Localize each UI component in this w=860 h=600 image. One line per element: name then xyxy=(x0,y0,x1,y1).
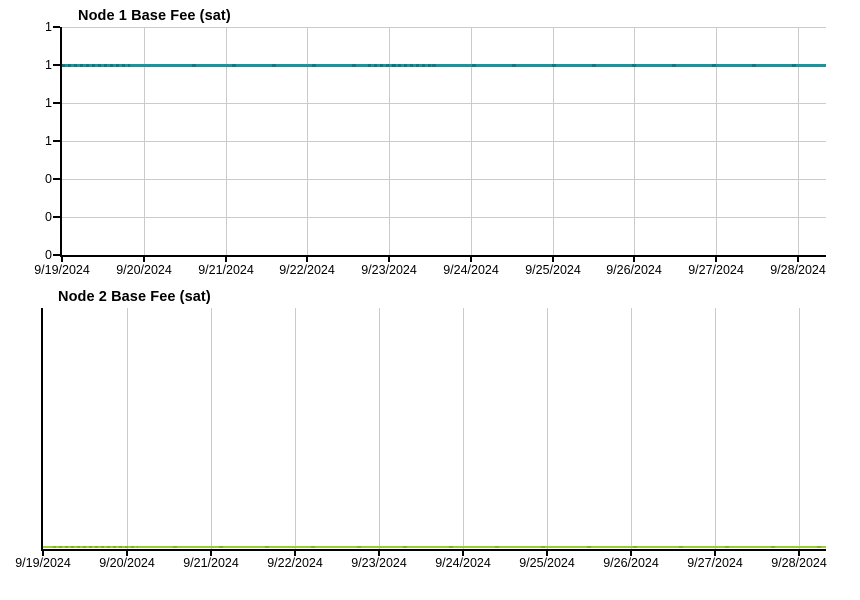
x-axis-label: 9/28/2024 xyxy=(770,263,826,277)
horizontal-gridline xyxy=(62,141,826,142)
x-axis-label: 9/23/2024 xyxy=(351,556,407,570)
vertical-gridline xyxy=(716,27,717,255)
horizontal-gridline xyxy=(62,217,826,218)
y-axis-label: 1 xyxy=(45,20,52,34)
x-axis-label: 9/22/2024 xyxy=(279,263,335,277)
y-tick-mark xyxy=(53,178,60,180)
x-tick-mark xyxy=(388,257,390,262)
data-point-markers-sparse xyxy=(173,546,826,548)
x-axis-label: 9/24/2024 xyxy=(443,263,499,277)
vertical-gridline xyxy=(798,27,799,255)
chart1-plot-area: 1 1 1 1 0 0 0 9/19/2024 9/20/2024 9/21/2024 9/22/2… xyxy=(34,20,826,277)
y-axis-label: 0 xyxy=(45,248,52,262)
horizontal-gridline xyxy=(62,27,826,28)
vertical-gridline xyxy=(471,27,472,255)
vertical-gridline xyxy=(547,308,548,549)
horizontal-gridline xyxy=(62,179,826,180)
x-axis-label: 9/19/2024 xyxy=(34,263,90,277)
vertical-gridline xyxy=(211,308,212,549)
charts-canvas: Node 1 Base Fee (sat) 1 1 1 1 0 0 0 9/19/2024 9/… xyxy=(0,0,860,600)
vertical-gridline xyxy=(553,27,554,255)
x-axis-line xyxy=(41,549,826,551)
data-point-markers-dense xyxy=(53,546,138,548)
x-tick-mark xyxy=(225,257,227,262)
vertical-gridline xyxy=(379,308,380,549)
y-axis-line xyxy=(41,308,43,551)
y-axis-label: 0 xyxy=(45,210,52,224)
x-axis-label: 9/27/2024 xyxy=(688,263,744,277)
vertical-gridline xyxy=(463,308,464,549)
x-axis-label: 9/21/2024 xyxy=(183,556,239,570)
y-tick-mark xyxy=(53,216,60,218)
y-tick-mark xyxy=(53,102,60,104)
horizontal-gridline xyxy=(62,103,826,104)
vertical-gridline xyxy=(631,308,632,549)
vertical-gridline xyxy=(295,308,296,549)
x-axis-label: 9/23/2024 xyxy=(361,263,417,277)
x-axis-line xyxy=(60,255,826,257)
chart2-title: Node 2 Base Fee (sat) xyxy=(58,289,211,305)
data-point-markers-sparse xyxy=(192,64,826,67)
x-tick-mark xyxy=(633,257,635,262)
vertical-gridline xyxy=(307,27,308,255)
x-tick-mark xyxy=(552,257,554,262)
data-point-markers-dense xyxy=(368,64,434,67)
x-tick-mark xyxy=(143,257,145,262)
y-axis-line xyxy=(60,27,62,257)
x-axis-label: 9/25/2024 xyxy=(525,263,581,277)
chart1-title: Node 1 Base Fee (sat) xyxy=(78,8,231,24)
vertical-gridline xyxy=(144,27,145,255)
y-axis-label: 1 xyxy=(45,58,52,72)
x-axis-label: 9/24/2024 xyxy=(435,556,491,570)
x-axis-label: 9/19/2024 xyxy=(15,556,71,570)
vertical-gridline xyxy=(634,27,635,255)
y-tick-mark xyxy=(53,254,60,256)
vertical-gridline xyxy=(127,308,128,549)
y-tick-mark xyxy=(53,64,60,66)
chart2-plot-area: 9/19/2024 9/20/2024 9/21/2024 9/22/2024 9/23… xyxy=(15,308,827,570)
data-point-markers-dense xyxy=(62,64,130,67)
x-axis-label: 9/27/2024 xyxy=(687,556,743,570)
x-tick-mark xyxy=(61,257,63,262)
vertical-gridline xyxy=(389,27,390,255)
y-tick-mark xyxy=(53,140,60,142)
x-axis-label: 9/25/2024 xyxy=(519,556,575,570)
x-axis-label: 9/20/2024 xyxy=(116,263,172,277)
vertical-gridline xyxy=(715,308,716,549)
x-axis-label: 9/26/2024 xyxy=(606,263,662,277)
x-axis-label: 9/20/2024 xyxy=(99,556,155,570)
vertical-gridline xyxy=(799,308,800,549)
vertical-gridline xyxy=(226,27,227,255)
x-tick-mark xyxy=(306,257,308,262)
x-tick-mark xyxy=(797,257,799,262)
x-axis-label: 9/21/2024 xyxy=(198,263,254,277)
y-axis-label: 1 xyxy=(45,134,52,148)
x-axis-label: 9/28/2024 xyxy=(771,556,827,570)
x-axis-label: 9/22/2024 xyxy=(267,556,323,570)
y-axis-label: 1 xyxy=(45,96,52,110)
x-tick-mark xyxy=(715,257,717,262)
x-tick-mark xyxy=(470,257,472,262)
x-axis-label: 9/26/2024 xyxy=(603,556,659,570)
y-tick-mark xyxy=(53,26,60,28)
y-axis-label: 0 xyxy=(45,172,52,186)
